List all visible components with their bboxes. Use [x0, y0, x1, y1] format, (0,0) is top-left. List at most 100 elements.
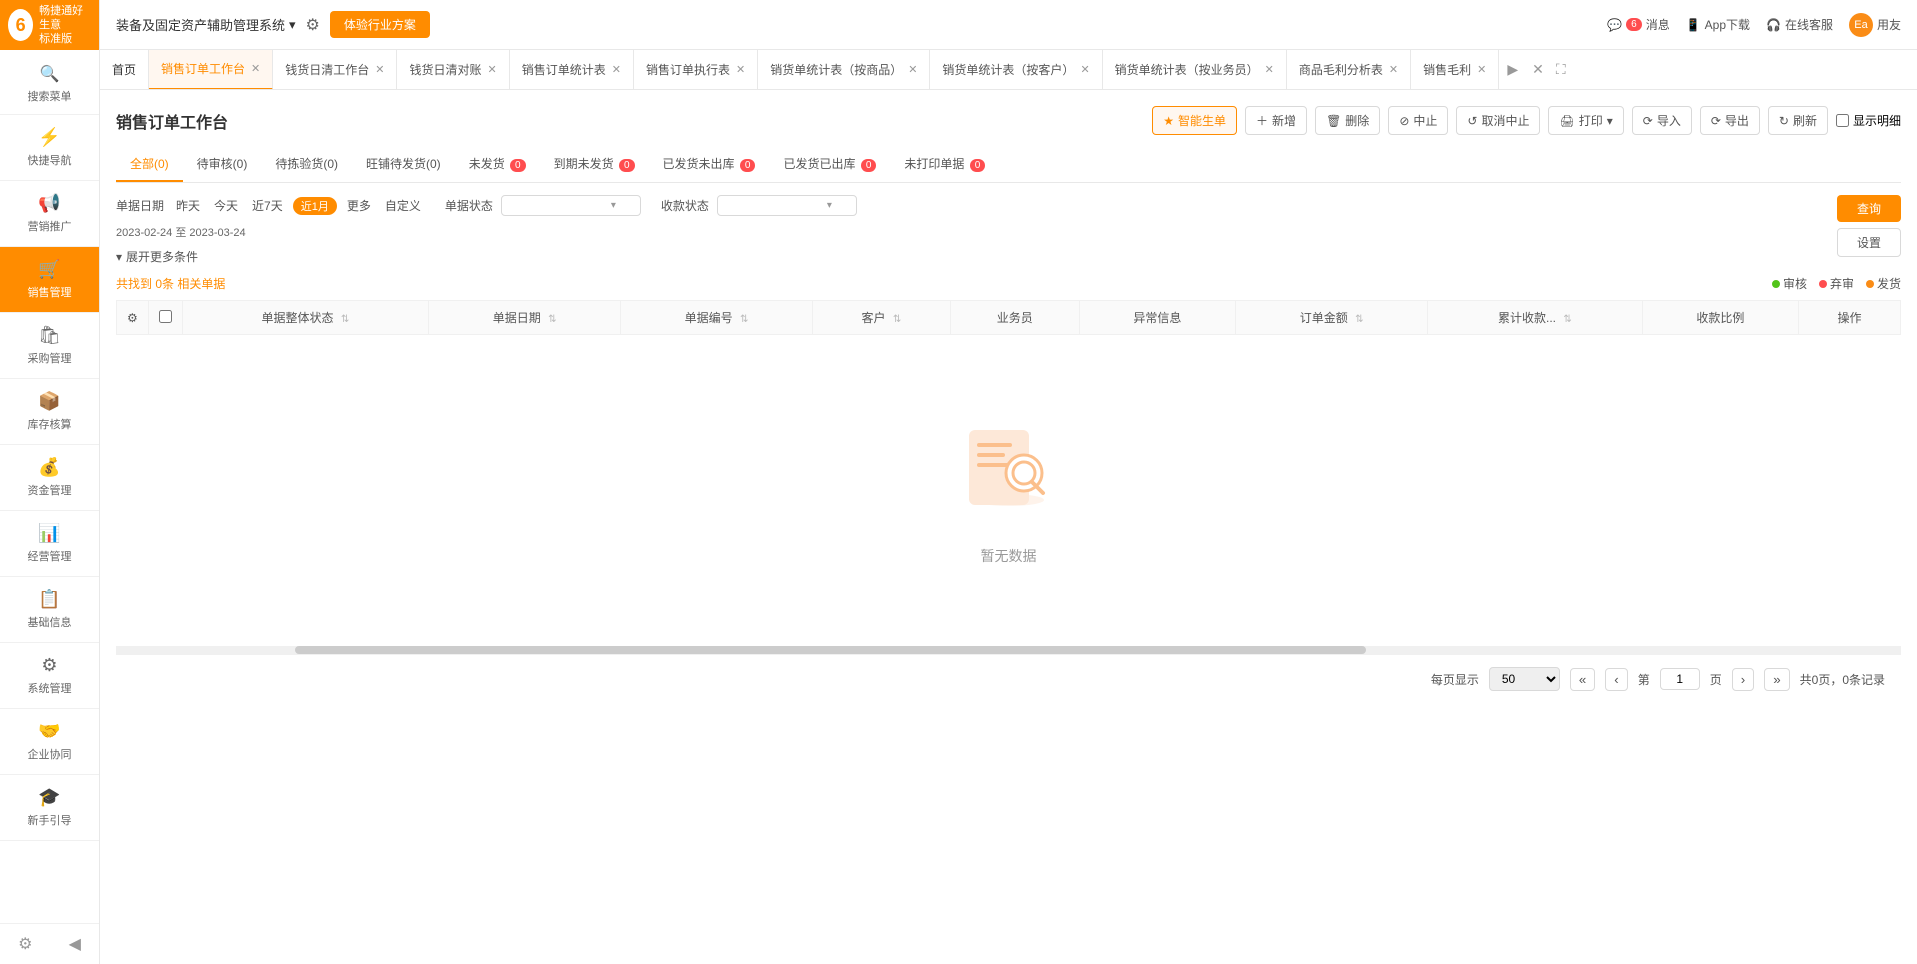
tab-sales-profit[interactable]: 销售毛利 ✕ — [1411, 50, 1499, 90]
sidebar-item-sales[interactable]: 🛒 销售管理 — [0, 247, 99, 313]
tab-sales-exec-close[interactable]: ✕ — [736, 63, 745, 76]
search-menu-btn[interactable]: 🔍 搜索菜单 — [0, 50, 99, 115]
refresh-btn[interactable]: ↻ 刷新 — [1768, 106, 1828, 135]
tab-cash-daily-close[interactable]: ✕ — [375, 63, 384, 76]
online-service-btn[interactable]: 🎧 在线客服 — [1766, 16, 1833, 33]
tab-sales-stat-close[interactable]: ✕ — [612, 63, 621, 76]
tab-cash-reconcile[interactable]: 钱货日清对账 ✕ — [397, 50, 509, 90]
app-download-label: App下载 — [1705, 16, 1750, 33]
date-opt-7days[interactable]: 近7天 — [248, 195, 287, 216]
filter-tab-unprinted[interactable]: 未打印单据 0 — [890, 147, 999, 182]
date-opt-1month[interactable]: 近1月 — [293, 197, 337, 215]
expand-conditions-btn[interactable]: ▾ 展开更多条件 — [116, 248, 1821, 265]
payment-select[interactable]: ▾ — [717, 195, 857, 216]
prev-page-btn[interactable]: ‹ — [1605, 668, 1627, 691]
col-action-label: 操作 — [1837, 311, 1861, 325]
tab-sales-profit-close[interactable]: ✕ — [1477, 63, 1486, 76]
print-btn[interactable]: 🖨 打印 ▾ — [1548, 106, 1623, 135]
tab-summary-customer-close[interactable]: ✕ — [1080, 63, 1089, 76]
smart-create-btn[interactable]: ★ 智能生单 — [1152, 106, 1237, 135]
col-customer-sort-icon[interactable]: ⇅ — [893, 314, 901, 325]
filter-tab-wangpu[interactable]: 旺铺待发货(0) — [352, 147, 455, 182]
scrollbar-thumb[interactable] — [295, 646, 1366, 654]
sidebar-item-inventory[interactable]: 📦 库存核算 — [0, 379, 99, 445]
tab-sales-summary-customer[interactable]: 销货单统计表（按客户） ✕ — [930, 50, 1102, 90]
col-checkbox[interactable] — [148, 301, 182, 335]
sidebar-item-marketing[interactable]: 📢 营销推广 — [0, 181, 99, 247]
page-number-input[interactable] — [1660, 668, 1700, 690]
cancel-stop-btn[interactable]: ↺ 取消中止 — [1456, 106, 1540, 135]
show-detail-checkbox[interactable]: 显示明细 — [1836, 112, 1901, 129]
sidebar-item-guide[interactable]: 🎓 新手引导 — [0, 775, 99, 841]
stop-btn[interactable]: ⊘ 中止 — [1388, 106, 1448, 135]
filter-tab-pending-inspect[interactable]: 待拣验货(0) — [261, 147, 352, 182]
import-btn[interactable]: ⟳ 导入 — [1632, 106, 1692, 135]
cancel-review-bulk-btn[interactable]: 弃审 — [1819, 275, 1854, 292]
query-btn[interactable]: 查询 — [1837, 195, 1901, 222]
tab-cash-daily[interactable]: 钱货日清工作台 ✕ — [273, 50, 397, 90]
industry-solution-btn[interactable]: 体验行业方案 — [330, 11, 430, 38]
col-date-sort-icon[interactable]: ⇅ — [548, 314, 556, 325]
tab-sales-summary-product[interactable]: 销货单统计表（按商品） ✕ — [758, 50, 930, 90]
add-btn[interactable]: ＋ 新增 — [1245, 106, 1307, 135]
tab-home[interactable]: 首页 — [100, 50, 149, 90]
col-settings[interactable]: ⚙ — [117, 301, 149, 335]
tab-scroll-right-btn[interactable]: ▶ — [1499, 61, 1526, 78]
sidebar-settings-btn[interactable]: ⚙ — [18, 934, 32, 954]
date-opt-custom[interactable]: 自定义 — [381, 195, 425, 216]
last-page-btn[interactable]: » — [1764, 668, 1789, 691]
tab-summary-staff-close[interactable]: ✕ — [1265, 63, 1274, 76]
tab-summary-product-close[interactable]: ✕ — [908, 63, 917, 76]
tab-sales-stat[interactable]: 销售订单统计表 ✕ — [510, 50, 634, 90]
sidebar-item-quick-nav[interactable]: ⚡ 快捷导航 — [0, 115, 99, 181]
tab-sales-exec[interactable]: 销售订单执行表 ✕ — [634, 50, 758, 90]
review-bulk-btn[interactable]: 审核 — [1772, 275, 1807, 292]
col-number-sort-icon[interactable]: ⇅ — [740, 314, 748, 325]
col-status-sort-icon[interactable]: ⇅ — [341, 314, 349, 325]
filter-tab-shipped-not-out[interactable]: 已发货未出库 0 — [649, 147, 770, 182]
trash-icon: 🗑 — [1326, 114, 1341, 128]
system-title-dropdown[interactable]: 装备及固定资产辅助管理系统 ▾ — [116, 15, 296, 34]
filter-tab-expired-unshipped[interactable]: 到期未发货 0 — [540, 147, 649, 182]
topbar-settings-icon[interactable]: ⚙ — [306, 15, 320, 35]
filter-tab-pending-review[interactable]: 待审核(0) — [183, 147, 262, 182]
horizontal-scrollbar[interactable] — [116, 646, 1901, 654]
tab-gross-profit-close[interactable]: ✕ — [1389, 63, 1398, 76]
filter-tab-unshipped[interactable]: 未发货 0 — [455, 147, 540, 182]
sidebar-item-enterprise[interactable]: 🤝 企业协同 — [0, 709, 99, 775]
filter-tab-shipped-out[interactable]: 已发货已出库 0 — [769, 147, 890, 182]
app-download-btn[interactable]: 📱 App下载 — [1686, 16, 1750, 33]
filter-tab-all[interactable]: 全部(0) — [116, 147, 183, 182]
tab-cash-reconcile-close[interactable]: ✕ — [488, 63, 497, 76]
tab-gross-profit[interactable]: 商品毛利分析表 ✕ — [1287, 50, 1411, 90]
sidebar-item-purchase[interactable]: 🛍 采购管理 — [0, 313, 99, 379]
user-menu-btn[interactable]: Ea 用友 — [1849, 13, 1901, 37]
tab-sales-summary-staff[interactable]: 销货单统计表（按业务员） ✕ — [1103, 50, 1287, 90]
tab-close-all-btn[interactable]: ✕ — [1526, 61, 1550, 78]
tab-sales-order[interactable]: 销售订单工作台 ✕ — [149, 50, 273, 90]
delete-btn[interactable]: 🗑 删除 — [1315, 106, 1380, 135]
phone-icon: 📱 — [1686, 18, 1701, 32]
sidebar-collapse-btn[interactable]: ◀ — [69, 934, 81, 954]
col-collected-sort-icon[interactable]: ⇅ — [1563, 314, 1571, 325]
tab-sales-order-close[interactable]: ✕ — [251, 62, 260, 75]
next-page-btn[interactable]: › — [1732, 668, 1754, 691]
col-amount-sort-icon[interactable]: ⇅ — [1355, 314, 1363, 325]
search-settings-btn[interactable]: 设置 — [1837, 228, 1901, 257]
date-opt-today[interactable]: 今天 — [210, 195, 242, 216]
export-btn[interactable]: ⟳ 导出 — [1700, 106, 1760, 135]
select-all-checkbox[interactable] — [159, 310, 172, 323]
show-detail-input[interactable] — [1836, 114, 1849, 127]
tab-maximize-btn[interactable]: ⛶ — [1550, 61, 1572, 78]
sidebar-item-basic[interactable]: 📋 基础信息 — [0, 577, 99, 643]
sidebar-item-system[interactable]: ⚙ 系统管理 — [0, 643, 99, 709]
date-opt-yesterday[interactable]: 昨天 — [172, 195, 204, 216]
page-size-select[interactable]: 50 20 100 — [1489, 667, 1560, 691]
date-opt-more[interactable]: 更多 — [343, 195, 375, 216]
first-page-btn[interactable]: « — [1570, 668, 1595, 691]
status-select[interactable]: ▾ — [501, 195, 641, 216]
sidebar-item-operations[interactable]: 📊 经营管理 — [0, 511, 99, 577]
sidebar-item-finance[interactable]: 💰 资金管理 — [0, 445, 99, 511]
message-btn[interactable]: 💬 6 消息 — [1607, 16, 1670, 33]
ship-bulk-btn[interactable]: 发货 — [1866, 275, 1901, 292]
